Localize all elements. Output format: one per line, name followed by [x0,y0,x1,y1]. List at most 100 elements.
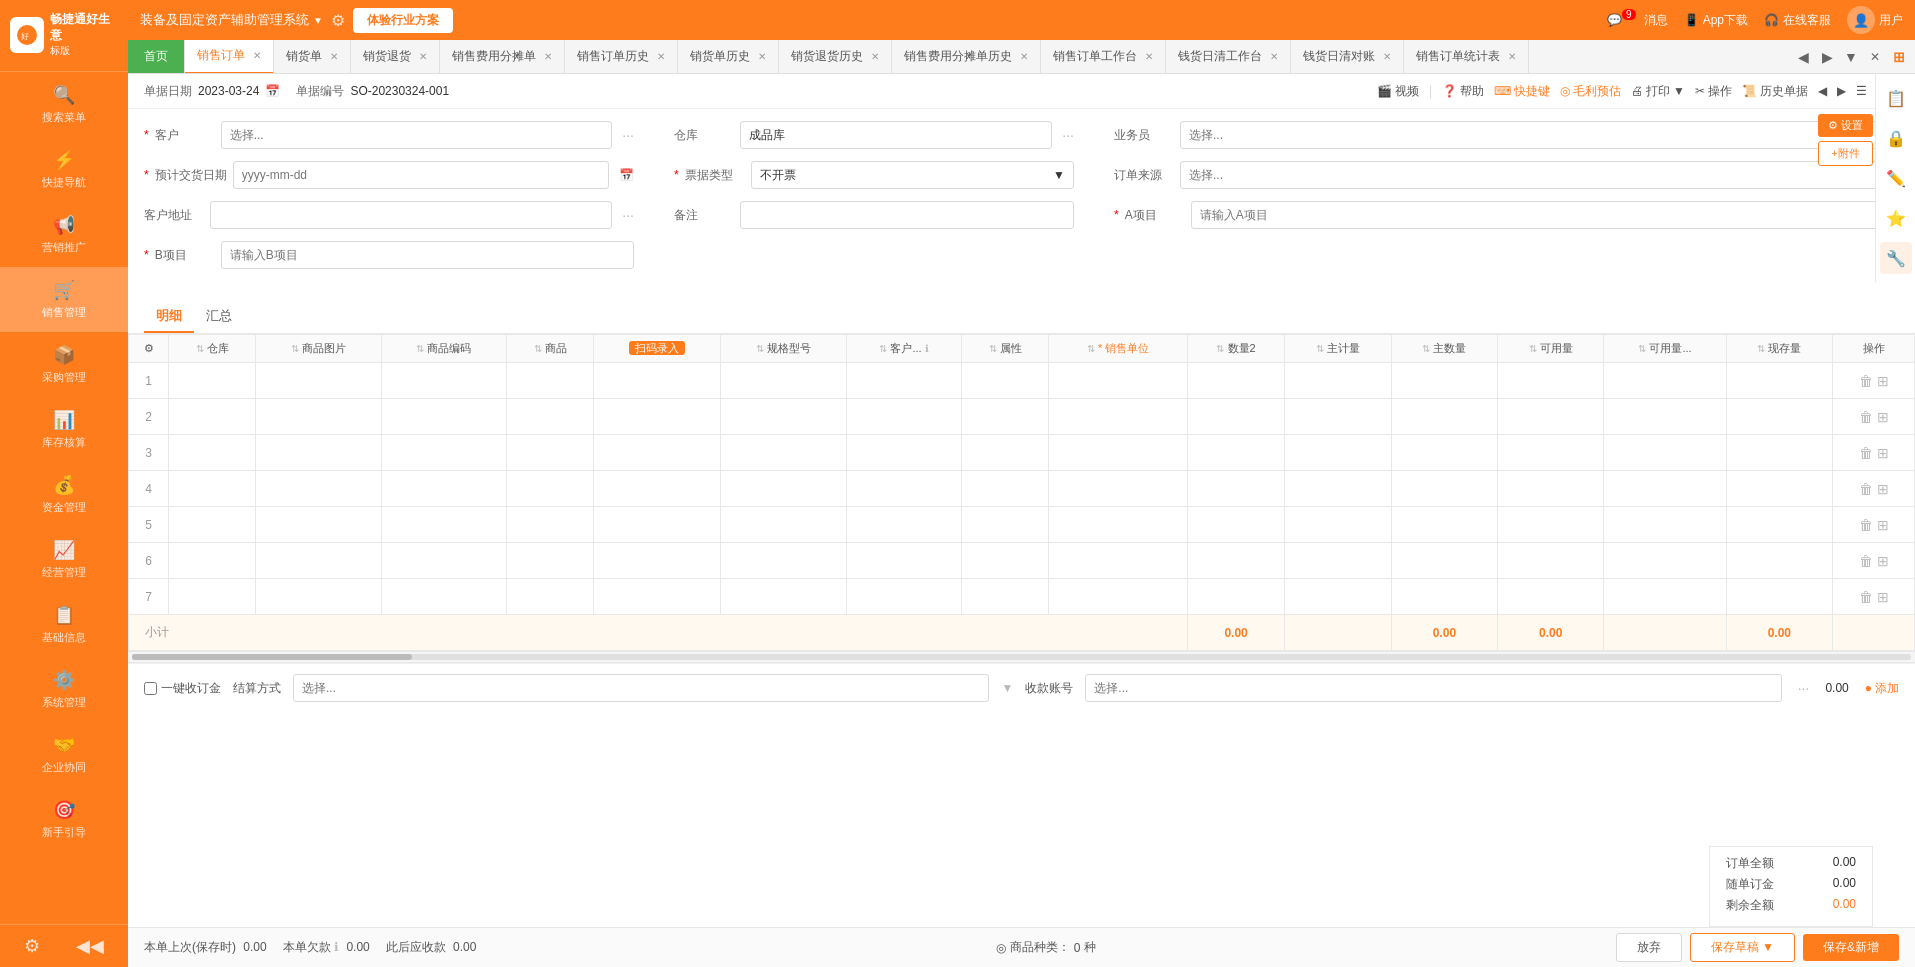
sidebar-settings-icon[interactable]: ⚙ [24,935,40,957]
tab-nav-next[interactable]: ▶ [1817,47,1837,67]
b-project-input[interactable] [221,241,634,269]
row-warehouse-1[interactable] [169,363,256,399]
address-more-icon[interactable]: ··· [622,207,634,223]
message-item[interactable]: 💬 9 消息 [1607,12,1668,29]
tab-nav-expand[interactable]: ⊞ [1889,47,1909,67]
a-project-input[interactable] [1191,201,1899,229]
sidebar-item-finance[interactable]: 💰 资金管理 [0,462,128,527]
tab-close-icon[interactable]: ✕ [1383,51,1391,62]
help-btn[interactable]: ❓ 帮助 [1442,83,1484,100]
calendar2-icon[interactable]: 📅 [619,168,634,182]
tab-close-icon[interactable]: ✕ [1270,51,1278,62]
settings-action-btn[interactable]: ⚙ 设置 [1818,114,1873,137]
row-main-unit-1[interactable] [1285,363,1391,399]
print-dropdown-icon[interactable]: ▼ [1673,84,1685,98]
tab-nav-menu[interactable]: ▼ [1841,47,1861,67]
right-panel-btn-2[interactable]: 🔒 [1880,122,1912,154]
receipt-more-icon[interactable]: ··· [1798,680,1810,696]
row-spec-1[interactable] [721,363,846,399]
sidebar-item-base[interactable]: 📋 基础信息 [0,592,128,657]
delete-icon-5[interactable]: 🗑 [1859,517,1873,533]
save-new-button[interactable]: 保存&新增 [1803,934,1899,961]
tab-order-workbench[interactable]: 销售订单工作台 ✕ [1041,40,1166,74]
row-available-1[interactable] [1498,363,1604,399]
note-input[interactable] [740,201,1074,229]
row-stock-1[interactable] [1726,363,1832,399]
shortcut-btn[interactable]: ⌨ 快捷键 [1494,83,1550,100]
tab-daily-workbench[interactable]: 钱货日清工作台 ✕ [1166,40,1291,74]
one-click-checkbox-input[interactable] [144,682,157,695]
tab-close-icon[interactable]: ✕ [1020,51,1028,62]
tab-sales-order[interactable]: 销售订单 ✕ [185,40,274,74]
copy-icon-1[interactable]: ⊞ [1877,373,1889,389]
right-panel-btn-5[interactable]: 🔧 [1880,242,1912,274]
save-draft-button[interactable]: 保存草稿 ▼ [1690,933,1795,962]
customer-input[interactable] [221,121,613,149]
solution-button[interactable]: 体验行业方案 [353,8,453,33]
tab-expense-history[interactable]: 销售费用分摊单历史 ✕ [892,40,1041,74]
copy-icon-4[interactable]: ⊞ [1877,481,1889,497]
tab-sales-return[interactable]: 销货退货 ✕ [351,40,440,74]
customer-more-icon[interactable]: ··· [622,127,634,143]
sidebar-item-purchase[interactable]: 📦 采购管理 [0,332,128,397]
row-code-1[interactable] [381,363,506,399]
save-draft-dropdown-icon[interactable]: ▼ [1762,940,1774,954]
tab-sales-expense[interactable]: 销售费用分摊单 ✕ [440,40,565,74]
tab-close-icon[interactable]: ✕ [758,51,766,62]
warehouse-input[interactable] [740,121,1052,149]
warehouse-more-icon[interactable]: ··· [1062,127,1074,143]
sidebar-item-quick-nav[interactable]: ⚡ 快捷导航 [0,137,128,202]
row-product-1[interactable] [507,363,594,399]
th-scan[interactable]: 扫码录入 [594,335,721,363]
row-customer-code-1[interactable] [846,363,961,399]
refresh-icon[interactable]: ◎ [996,941,1006,955]
sidebar-item-inventory[interactable]: 📊 库存核算 [0,397,128,462]
sidebar-item-collab[interactable]: 🤝 企业协同 [0,722,128,787]
sidebar-item-marketing[interactable]: 📢 营销推广 [0,202,128,267]
tab-summary[interactable]: 汇总 [194,301,244,333]
one-click-payment-checkbox[interactable]: 一键收订金 [144,680,221,697]
tab-close-icon[interactable]: ✕ [657,51,665,62]
add-button[interactable]: ● 添加 [1865,680,1899,697]
salesperson-input[interactable] [1180,121,1877,149]
copy-icon-5[interactable]: ⊞ [1877,517,1889,533]
row-available2-1[interactable] [1604,363,1726,399]
scrollbar-thumb[interactable] [132,654,412,660]
tab-close-icon[interactable]: ✕ [1145,51,1153,62]
tab-order-report[interactable]: 销售订单统计表 ✕ [1404,40,1529,74]
tab-close-icon[interactable]: ✕ [419,51,427,62]
sidebar-item-system[interactable]: ⚙️ 系统管理 [0,657,128,722]
history-btn[interactable]: 📜 历史单据 [1742,83,1808,100]
delete-icon-6[interactable]: 🗑 [1859,553,1873,569]
tab-detail[interactable]: 明细 [144,301,194,333]
view-btn[interactable]: 🎬 视频 [1377,83,1419,100]
tab-order-history[interactable]: 销售订单历史 ✕ [565,40,678,74]
delete-icon-1[interactable]: 🗑 [1859,373,1873,389]
delete-icon-2[interactable]: 🗑 [1859,409,1873,425]
delivery-date-input[interactable] [233,161,609,189]
right-panel-btn-4[interactable]: ⭐ [1880,202,1912,234]
user-item[interactable]: 👤 用户 [1847,6,1903,34]
app-download-item[interactable]: 📱 App下载 [1684,12,1748,29]
online-service-item[interactable]: 🎧 在线客服 [1764,12,1831,29]
sidebar-collapse-icon[interactable]: ◀◀ [76,935,104,957]
row-main-qty-1[interactable] [1391,363,1497,399]
tab-close-icon[interactable]: ✕ [1508,51,1516,62]
invoice-select[interactable]: 不开票 ▼ [751,161,1074,189]
list-view-btn[interactable]: ☰ [1856,84,1867,98]
sidebar-item-search[interactable]: 🔍 搜索菜单 [0,72,128,137]
operation-btn[interactable]: ✂ 操作 [1695,83,1732,100]
right-panel-btn-3[interactable]: ✏️ [1880,162,1912,194]
nav-next-btn[interactable]: ▶ [1837,84,1846,98]
tab-return-history[interactable]: 销货退货历史 ✕ [779,40,892,74]
copy-icon-3[interactable]: ⊞ [1877,445,1889,461]
copy-icon-6[interactable]: ⊞ [1877,553,1889,569]
delete-icon-3[interactable]: 🗑 [1859,445,1873,461]
tab-close-icon[interactable]: ✕ [871,51,879,62]
tab-sales-bill[interactable]: 销货单 ✕ [274,40,351,74]
tab-close-icon[interactable]: ✕ [330,51,338,62]
settlement-input[interactable] [293,674,989,702]
th-settings[interactable]: ⚙ [129,335,169,363]
calendar-icon[interactable]: 📅 [265,84,280,98]
discard-button[interactable]: 放弃 [1616,933,1682,962]
